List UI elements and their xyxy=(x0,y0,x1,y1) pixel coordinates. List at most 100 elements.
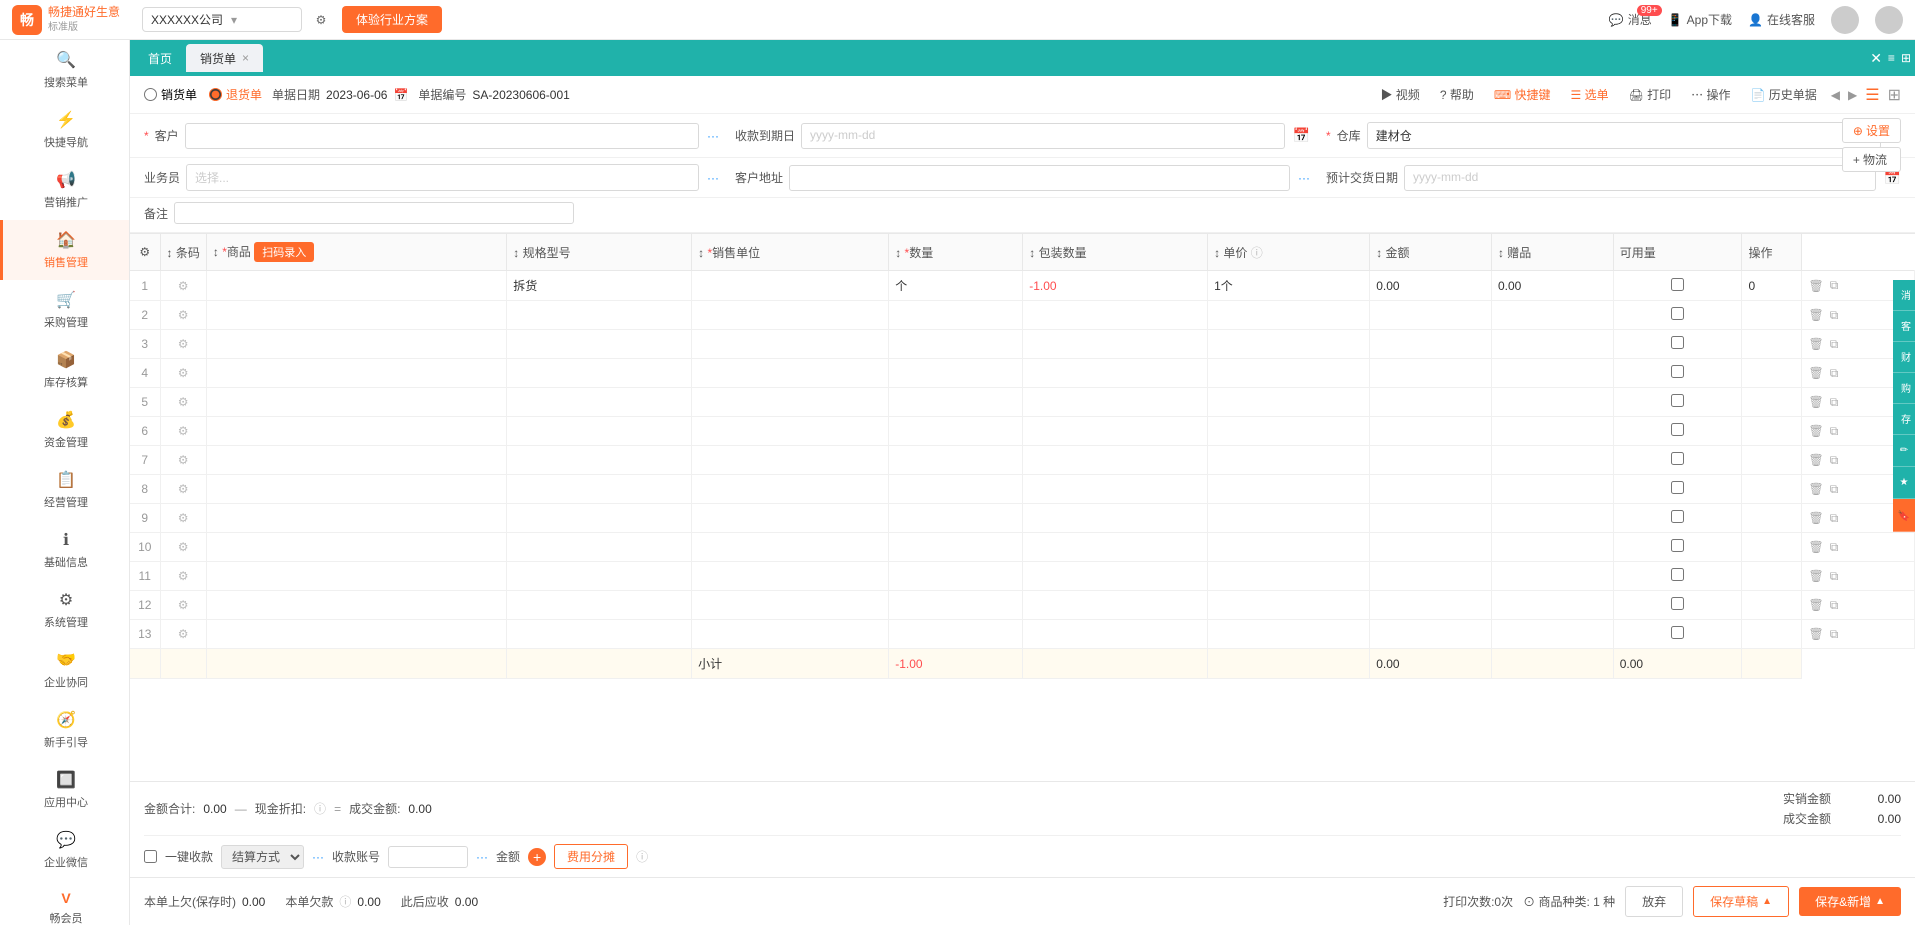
messages-button[interactable]: 💬 消息 99+ xyxy=(1609,11,1652,28)
cell-price[interactable] xyxy=(1370,330,1492,359)
table-header-amount[interactable]: ↕ 金额 xyxy=(1370,234,1492,271)
cell-barcode[interactable] xyxy=(206,301,506,330)
table-header-product[interactable]: ↕ *商品 扫码录入 xyxy=(206,234,506,271)
prev-icon[interactable]: ◀ xyxy=(1831,88,1840,102)
calc-method-select[interactable]: 结算方式 xyxy=(221,845,304,869)
cell-barcode[interactable] xyxy=(206,388,506,417)
row-settings[interactable]: ⚙ xyxy=(160,330,206,359)
customer-dots-icon[interactable]: ··· xyxy=(707,129,719,143)
scan-barcode-button[interactable]: 扫码录入 xyxy=(254,242,314,262)
pick-btn[interactable]: ☰ 选单 xyxy=(1564,84,1614,105)
delete-icon[interactable]: 🗑 xyxy=(1808,424,1823,438)
row-settings[interactable]: ⚙ xyxy=(160,359,206,388)
cell-qty[interactable] xyxy=(1023,388,1208,417)
sidebar-item-finance[interactable]: 💰 资金管理 xyxy=(0,400,129,460)
cell-unit[interactable] xyxy=(889,359,1023,388)
sidebar-item-member[interactable]: V 畅会员 xyxy=(0,880,129,925)
cell-spec[interactable] xyxy=(692,620,889,649)
copy-icon[interactable]: ⧉ xyxy=(1830,511,1839,526)
cell-spec[interactable] xyxy=(692,475,889,504)
sidebar-item-quicknav[interactable]: ⚡ 快捷导航 xyxy=(0,100,129,160)
cell-gift[interactable] xyxy=(1613,620,1742,649)
shortcut-btn[interactable]: ⌨ 快捷键 xyxy=(1488,84,1557,105)
cell-pkg-qty[interactable] xyxy=(1208,388,1370,417)
row-settings[interactable]: ⚙ xyxy=(160,417,206,446)
cell-amount[interactable] xyxy=(1491,359,1613,388)
cell-product[interactable] xyxy=(507,388,692,417)
cell-product[interactable] xyxy=(507,620,692,649)
cell-unit[interactable] xyxy=(889,562,1023,591)
cell-spec[interactable] xyxy=(692,301,889,330)
copy-icon[interactable]: ⧉ xyxy=(1830,627,1839,642)
calc-method-dots-icon[interactable]: ··· xyxy=(312,850,324,864)
account-input[interactable] xyxy=(388,846,468,868)
cell-unit[interactable] xyxy=(889,417,1023,446)
delete-icon[interactable]: 🗑 xyxy=(1808,511,1823,525)
row-settings[interactable]: ⚙ xyxy=(160,475,206,504)
discard-button[interactable]: 放弃 xyxy=(1625,886,1683,917)
cell-qty[interactable] xyxy=(1023,562,1208,591)
customer-input[interactable] xyxy=(185,123,699,149)
cell-gift[interactable] xyxy=(1613,446,1742,475)
one-key-payment-checkbox[interactable] xyxy=(144,850,157,863)
side-float-finance[interactable]: 财 xyxy=(1893,342,1915,373)
cell-amount[interactable] xyxy=(1491,591,1613,620)
fee-split-button[interactable]: 费用分摊 xyxy=(554,844,628,869)
cell-price[interactable]: 0.00 xyxy=(1370,271,1492,301)
note-input[interactable] xyxy=(174,202,574,224)
cell-amount[interactable] xyxy=(1491,620,1613,649)
table-header-price[interactable]: ↕ 单价 ⓘ xyxy=(1208,234,1370,271)
tab-close-all-icon[interactable]: ✕ xyxy=(1870,50,1882,67)
row-settings[interactable]: ⚙ xyxy=(160,591,206,620)
delete-icon[interactable]: 🗑 xyxy=(1808,598,1823,612)
cell-spec[interactable] xyxy=(692,562,889,591)
cell-price[interactable] xyxy=(1370,504,1492,533)
cell-price[interactable] xyxy=(1370,533,1492,562)
cell-unit[interactable] xyxy=(889,388,1023,417)
table-header-barcode[interactable]: ↕ 条码 xyxy=(160,234,206,271)
cell-product[interactable] xyxy=(507,330,692,359)
cell-amount[interactable] xyxy=(1491,301,1613,330)
delete-icon[interactable]: 🗑 xyxy=(1808,482,1823,496)
sidebar-item-enterprise[interactable]: 🤝 企业协同 xyxy=(0,640,129,700)
cell-amount[interactable] xyxy=(1491,475,1613,504)
row-settings[interactable]: ⚙ xyxy=(160,388,206,417)
tab-close-icon[interactable]: × xyxy=(242,51,249,65)
sidebar-item-basic-info[interactable]: ℹ 基础信息 xyxy=(0,520,129,580)
online-service-button[interactable]: 👤 在线客服 xyxy=(1748,11,1815,28)
sidebar-item-wechat[interactable]: 💬 企业微信 xyxy=(0,820,129,880)
cell-barcode[interactable] xyxy=(206,417,506,446)
account-dots-icon[interactable]: ··· xyxy=(476,850,488,864)
cell-qty[interactable] xyxy=(1023,591,1208,620)
sidebar-item-operations[interactable]: 📋 经营管理 xyxy=(0,460,129,520)
discount-info-icon[interactable]: ⓘ xyxy=(314,800,326,817)
cell-gift[interactable] xyxy=(1613,562,1742,591)
delete-icon[interactable]: 🗑 xyxy=(1808,569,1823,583)
customer-addr-input[interactable] xyxy=(789,165,1290,191)
copy-icon[interactable]: ⧉ xyxy=(1830,453,1839,468)
tab-layout-icon1[interactable]: ≡ xyxy=(1888,51,1895,65)
row-settings[interactable]: ⚙ xyxy=(160,504,206,533)
cell-product[interactable]: 拆货 xyxy=(507,271,692,301)
sidebar-item-search[interactable]: 🔍 搜索菜单 xyxy=(0,40,129,100)
tab-home[interactable]: 首页 xyxy=(134,44,186,72)
cell-amount[interactable] xyxy=(1491,330,1613,359)
delete-icon[interactable]: 🗑 xyxy=(1808,337,1823,351)
cell-gift[interactable] xyxy=(1613,359,1742,388)
cell-spec[interactable] xyxy=(692,504,889,533)
info-icon[interactable]: ⓘ xyxy=(1251,246,1263,260)
cell-unit[interactable] xyxy=(889,504,1023,533)
info-owed-icon[interactable]: ⓘ xyxy=(339,893,351,910)
warehouse-input[interactable]: 建材仓 xyxy=(1367,122,1881,149)
cell-gift[interactable] xyxy=(1613,533,1742,562)
side-float-edit[interactable]: ✏ xyxy=(1893,435,1915,467)
row-settings[interactable]: ⚙ xyxy=(160,301,206,330)
settings-button[interactable]: ⊕ 设置 xyxy=(1842,118,1901,143)
trial-button[interactable]: 体验行业方案 xyxy=(342,6,442,33)
cell-product[interactable] xyxy=(507,591,692,620)
addr-dots-icon[interactable]: ··· xyxy=(1298,171,1310,185)
sidebar-item-purchase[interactable]: 🛒 采购管理 xyxy=(0,280,129,340)
delivery-date-input[interactable]: yyyy-mm-dd xyxy=(1404,165,1876,191)
row-settings[interactable]: ⚙ xyxy=(160,271,206,301)
delete-icon[interactable]: 🗑 xyxy=(1808,627,1823,641)
